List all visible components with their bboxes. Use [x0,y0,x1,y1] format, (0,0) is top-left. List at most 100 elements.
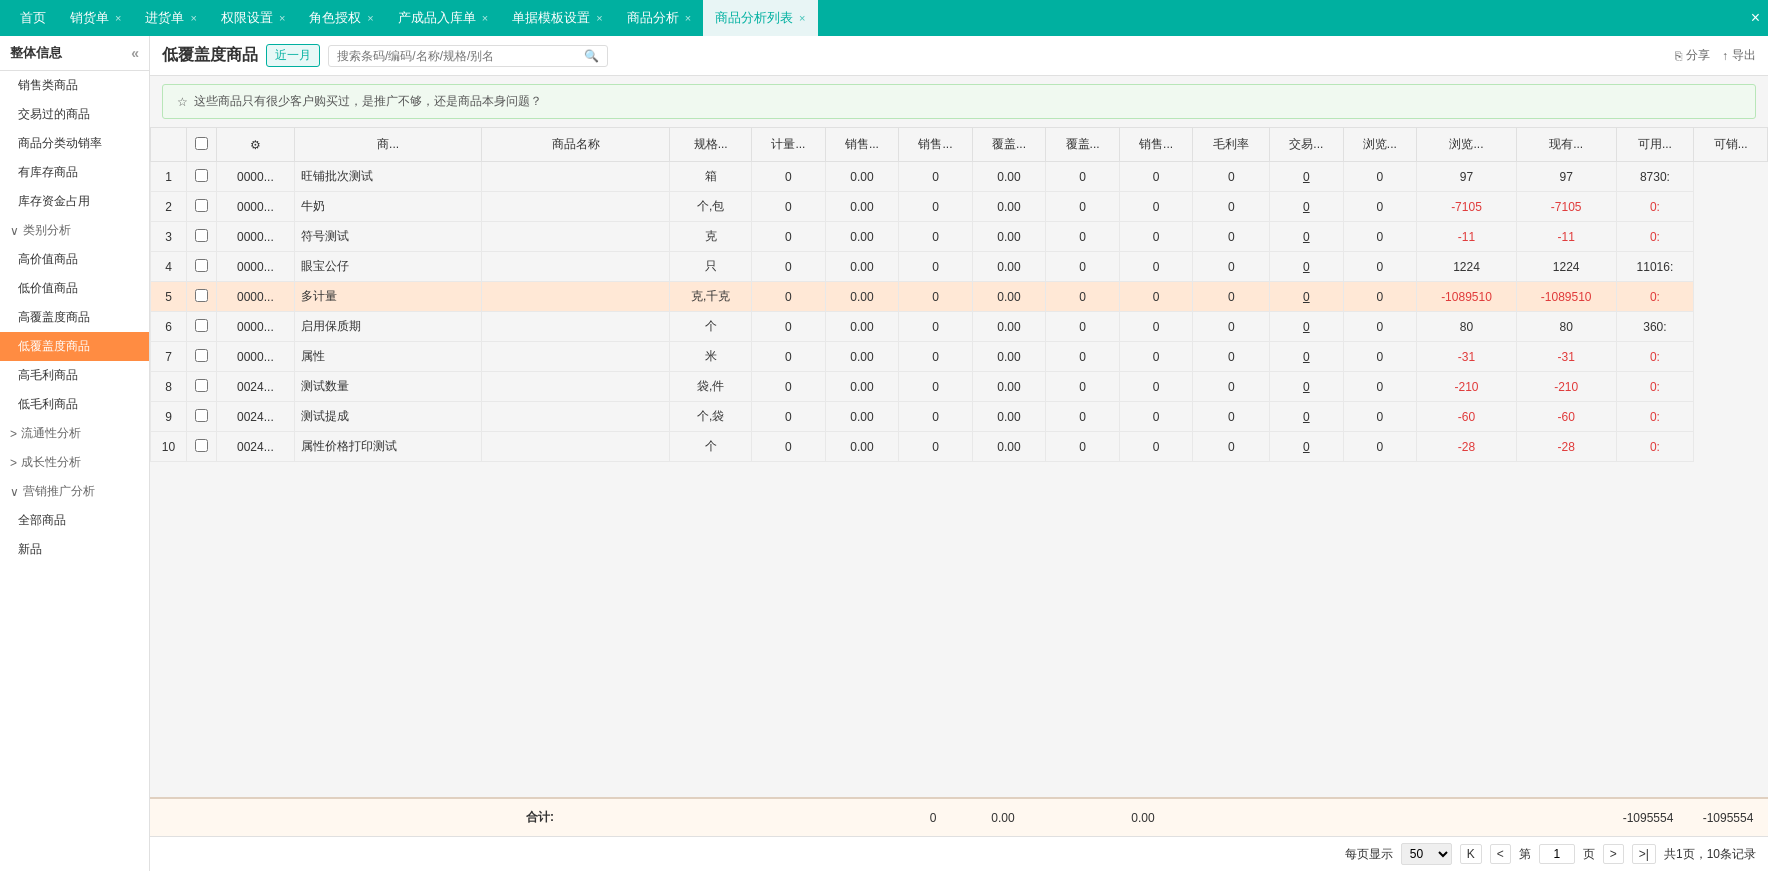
cell-cover-b: 0.00 [972,312,1046,342]
col-header-cover-a[interactable]: 覆盖... [972,128,1046,162]
col-header-available[interactable]: 可用... [1616,128,1694,162]
nav-tab-purchase-close[interactable]: × [190,12,196,24]
table-row: 10 0024... 属性价格打印测试 个 0 0.00 0 0.00 0 0 … [151,432,1768,462]
cell-sales-amt: 0.00 [825,312,899,342]
cell-name: 属性价格打印测试 [294,432,482,462]
sidebar-item-high-margin[interactable]: 高毛利商品 [0,361,149,390]
search-icon: 🔍 [584,49,599,63]
col-header-sales-c[interactable]: 销售... [1119,128,1193,162]
nav-tab-warehouse[interactable]: 产成品入库单 × [386,0,500,36]
sidebar-group-marketing[interactable]: ∨ 营销推广分析 [0,477,149,506]
nav-tab-analysis[interactable]: 商品分析 × [615,0,703,36]
cell-sales-qty: 0 [752,342,826,372]
col-header-check[interactable] [187,128,217,162]
cell-trade: 0 [1193,312,1270,342]
cell-check[interactable] [187,162,217,192]
nav-tab-home[interactable]: 首页 [8,0,58,36]
cell-cover-a: 0 [899,192,973,222]
cell-browse-b: 0 [1343,312,1417,342]
col-header-trade[interactable]: 交易... [1270,128,1344,162]
sidebar-item-low-coverage[interactable]: 低覆盖度商品 [0,332,149,361]
export-button[interactable]: ↑ 导出 [1722,47,1756,64]
cell-gross-margin: 0 [1119,282,1193,312]
cell-browse-a[interactable]: 0 [1270,402,1344,432]
cell-sales-qty: 0 [752,282,826,312]
cell-browse-a[interactable]: 0 [1270,192,1344,222]
cell-browse-a[interactable]: 0 [1270,312,1344,342]
col-header-sales-qty[interactable]: 销售... [825,128,899,162]
sidebar-item-category-sales-rate[interactable]: 商品分类动销率 [0,129,149,158]
sidebar-item-stock-capital[interactable]: 库存资金占用 [0,187,149,216]
first-page-button[interactable]: K [1460,844,1482,864]
col-header-spec[interactable]: 规格... [670,128,752,162]
nav-tab-sales[interactable]: 销货单 × [58,0,133,36]
page-number-input[interactable] [1539,844,1575,864]
sidebar-item-all-goods[interactable]: 全部商品 [0,506,149,535]
col-header-browse-a[interactable]: 浏览... [1343,128,1417,162]
sidebar-item-in-stock[interactable]: 有库存商品 [0,158,149,187]
nav-tab-template-close[interactable]: × [596,12,602,24]
col-header-sellable[interactable]: 可销... [1694,128,1768,162]
nav-close-all-button[interactable]: × [1751,9,1760,27]
sidebar-item-low-margin[interactable]: 低毛利商品 [0,390,149,419]
cell-check[interactable] [187,252,217,282]
sidebar-item-sales-goods[interactable]: 销售类商品 [0,71,149,100]
sidebar-item-traded-goods[interactable]: 交易过的商品 [0,100,149,129]
cell-check[interactable] [187,192,217,222]
select-all-checkbox[interactable] [195,137,208,150]
nav-tab-roles-close[interactable]: × [367,12,373,24]
prev-page-button[interactable]: < [1490,844,1511,864]
page-size-select[interactable]: 50 100 200 [1401,843,1452,865]
nav-tab-template[interactable]: 单据模板设置 × [500,0,614,36]
cell-available: -11 [1516,222,1616,252]
cell-check[interactable] [187,372,217,402]
cell-browse-a[interactable]: 0 [1270,342,1344,372]
cell-browse-a[interactable]: 0 [1270,372,1344,402]
cell-trade: 0 [1193,162,1270,192]
sidebar-group-growth[interactable]: > 成长性分析 [0,448,149,477]
nav-tab-analysis-list[interactable]: 商品分析列表 × [703,0,817,36]
next-page-button[interactable]: > [1603,844,1624,864]
sidebar-collapse-button[interactable]: « [131,45,139,61]
nav-tab-roles[interactable]: 角色授权 × [297,0,385,36]
col-header-code[interactable]: 商... [294,128,482,162]
nav-tab-analysis-list-close[interactable]: × [799,12,805,24]
share-button[interactable]: ⎘ 分享 [1675,47,1710,64]
cell-browse-a[interactable]: 0 [1270,282,1344,312]
col-header-settings[interactable]: ⚙ [217,128,295,162]
filter-button[interactable]: 近一月 [266,44,320,67]
cell-name: 测试数量 [294,372,482,402]
cell-browse-a[interactable]: 0 [1270,252,1344,282]
cell-browse-a[interactable]: 0 [1270,432,1344,462]
sidebar-group-circulation[interactable]: > 流通性分析 [0,419,149,448]
nav-tab-analysis-close[interactable]: × [685,12,691,24]
cell-check[interactable] [187,312,217,342]
nav-tab-purchase[interactable]: 进货单 × [133,0,208,36]
sidebar-item-high-coverage[interactable]: 高覆盖度商品 [0,303,149,332]
sidebar-item-new-goods[interactable]: 新品 [0,535,149,564]
col-header-unit[interactable]: 计量... [752,128,826,162]
sidebar-item-high-value[interactable]: 高价值商品 [0,245,149,274]
col-header-cover-b[interactable]: 覆盖... [1046,128,1120,162]
cell-browse-a[interactable]: 0 [1270,162,1344,192]
cell-check[interactable] [187,402,217,432]
col-header-gross-margin[interactable]: 毛利率 [1193,128,1270,162]
cell-check[interactable] [187,432,217,462]
col-header-sales-amt[interactable]: 销售... [899,128,973,162]
nav-tab-permissions-close[interactable]: × [279,12,285,24]
nav-tab-sales-close[interactable]: × [115,12,121,24]
search-box[interactable]: 🔍 [328,45,608,67]
cell-check[interactable] [187,342,217,372]
sidebar-group-category-analysis[interactable]: ∨ 类别分析 [0,216,149,245]
last-page-button[interactable]: >| [1632,844,1656,864]
col-header-browse-b[interactable]: 浏览... [1417,128,1517,162]
col-header-name[interactable]: 商品名称 [482,128,670,162]
cell-browse-a[interactable]: 0 [1270,222,1344,252]
col-header-current[interactable]: 现有... [1516,128,1616,162]
cell-check[interactable] [187,222,217,252]
nav-tab-permissions[interactable]: 权限设置 × [209,0,297,36]
cell-check[interactable] [187,282,217,312]
search-input[interactable] [337,49,584,63]
nav-tab-warehouse-close[interactable]: × [482,12,488,24]
sidebar-item-low-value[interactable]: 低价值商品 [0,274,149,303]
